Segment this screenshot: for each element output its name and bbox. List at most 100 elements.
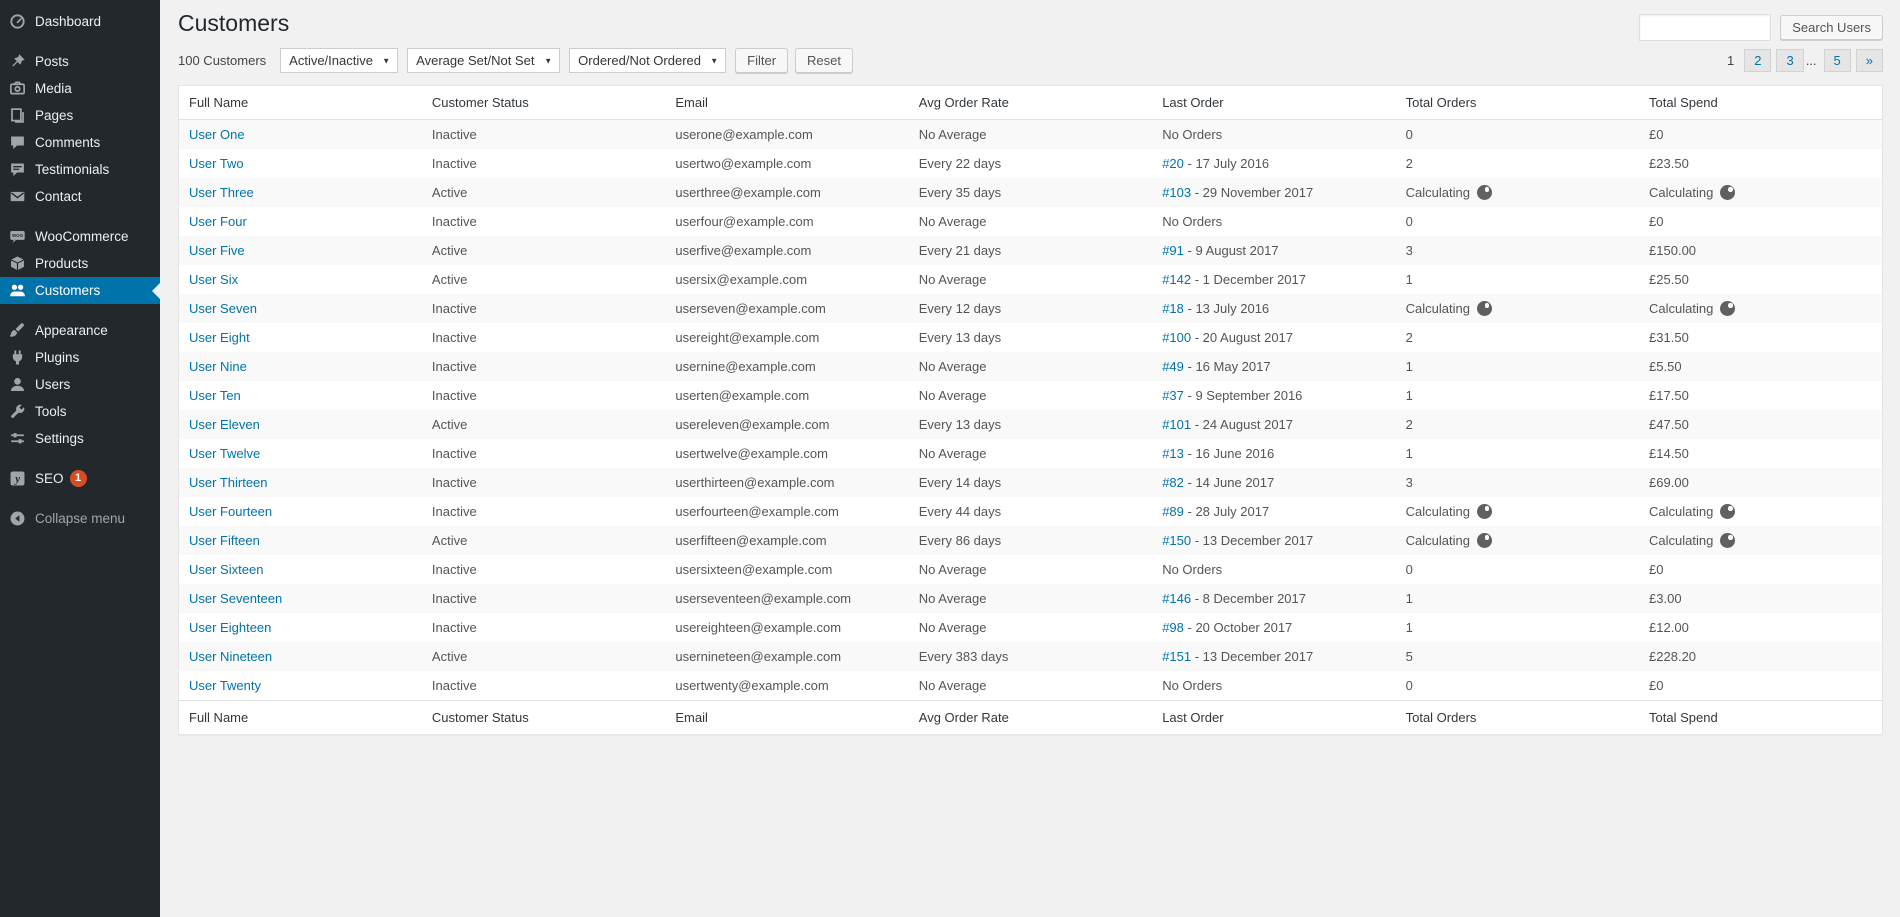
total-orders-value: Calculating — [1406, 301, 1470, 316]
customer-name-link[interactable]: User Eleven — [189, 417, 260, 432]
page-5[interactable]: 5 — [1824, 49, 1851, 72]
last-order-text: - 13 December 2017 — [1191, 649, 1313, 664]
column-header: Avg Order Rate — [909, 86, 1152, 120]
table-row-user-twelve: User Twelve Inactive usertwelve@example.… — [179, 439, 1883, 468]
customer-name-link[interactable]: User Sixteen — [189, 562, 263, 577]
sidebar-item-pages[interactable]: Pages — [0, 102, 160, 129]
customer-name-link[interactable]: User Three — [189, 185, 254, 200]
last-order-cell: #142 - 1 December 2017 — [1152, 265, 1395, 294]
customer-name-link[interactable]: User Two — [189, 156, 244, 171]
collapse-icon — [9, 510, 26, 527]
filter-button[interactable]: Filter — [735, 48, 788, 73]
search-users-button[interactable]: Search Users — [1780, 15, 1883, 40]
total-spend-cell: £3.00 — [1639, 584, 1882, 613]
status-filter-select[interactable]: Active/Inactive — [280, 48, 398, 73]
column-footer: Email — [665, 701, 908, 735]
sidebar-item-collapse-menu[interactable]: Collapse menu — [0, 505, 160, 532]
sidebar-item-users[interactable]: Users — [0, 371, 160, 398]
order-number-link[interactable]: #142 — [1162, 272, 1191, 287]
customer-name-link[interactable]: User Twenty — [189, 678, 261, 693]
sidebar-item-media[interactable]: Media — [0, 75, 160, 102]
order-number-link[interactable]: #20 — [1162, 156, 1184, 171]
total-orders-value: 0 — [1406, 562, 1413, 577]
avg-order-rate-cell: No Average — [909, 555, 1152, 584]
customer-name-link[interactable]: User Five — [189, 243, 245, 258]
order-number-link[interactable]: #103 — [1162, 185, 1191, 200]
email-cell: usertwelve@example.com — [665, 439, 908, 468]
sidebar-item-contact[interactable]: Contact — [0, 183, 160, 210]
sidebar-item-posts[interactable]: Posts — [0, 48, 160, 75]
order-number-link[interactable]: #98 — [1162, 620, 1184, 635]
sidebar-item-tools[interactable]: Tools — [0, 398, 160, 425]
order-number-link[interactable]: #49 — [1162, 359, 1184, 374]
total-spend-value: £0 — [1649, 562, 1663, 577]
order-number-link[interactable]: #101 — [1162, 417, 1191, 432]
customer-name-link[interactable]: User Eighteen — [189, 620, 271, 635]
email-cell: userthirteen@example.com — [665, 468, 908, 497]
customer-name-link[interactable]: User Seven — [189, 301, 257, 316]
total-orders-cell: 2 — [1396, 410, 1639, 439]
sidebar-item-dashboard[interactable]: Dashboard — [0, 8, 160, 35]
notification-badge: 1 — [70, 470, 87, 487]
sidebar-item-label: Users — [35, 377, 70, 392]
order-number-link[interactable]: #18 — [1162, 301, 1184, 316]
email-cell: userfive@example.com — [665, 236, 908, 265]
order-number-link[interactable]: #89 — [1162, 504, 1184, 519]
customer-name-link[interactable]: User Twelve — [189, 446, 260, 461]
order-number-link[interactable]: #37 — [1162, 388, 1184, 403]
avg-order-rate-cell: Every 35 days — [909, 178, 1152, 207]
sidebar-item-customers[interactable]: Customers — [0, 277, 160, 304]
sidebar-item-testimonials[interactable]: Testimonials — [0, 156, 160, 183]
total-spend-cell: £12.00 — [1639, 613, 1882, 642]
customer-name-link[interactable]: User Seventeen — [189, 591, 282, 606]
sidebar-item-label: Pages — [35, 108, 73, 123]
order-number-link[interactable]: #151 — [1162, 649, 1191, 664]
sidebar-item-plugins[interactable]: Plugins — [0, 344, 160, 371]
sidebar-item-woocommerce[interactable]: WOO WooCommerce — [0, 223, 160, 250]
sidebar-item-settings[interactable]: Settings — [0, 425, 160, 452]
page--[interactable]: » — [1856, 49, 1883, 72]
customer-name-link[interactable]: User Six — [189, 272, 238, 287]
table-row-user-fifteen: User Fifteen Active userfifteen@example.… — [179, 526, 1883, 555]
order-number-link[interactable]: #13 — [1162, 446, 1184, 461]
ordered-filter-select[interactable]: Ordered/Not Ordered — [569, 48, 726, 73]
table-row-user-six: User Six Active usersix@example.com No A… — [179, 265, 1883, 294]
sidebar-item-appearance[interactable]: Appearance — [0, 317, 160, 344]
customer-status-cell: Active — [422, 642, 665, 671]
customer-name-link[interactable]: User Eight — [189, 330, 250, 345]
full-name-cell: User Four — [179, 207, 422, 236]
total-spend-value: £25.50 — [1649, 272, 1689, 287]
last-order-cell: #20 - 17 July 2016 — [1152, 149, 1395, 178]
sidebar-item-products[interactable]: Products — [0, 250, 160, 277]
total-spend-value: £47.50 — [1649, 417, 1689, 432]
order-number-link[interactable]: #100 — [1162, 330, 1191, 345]
customer-name-link[interactable]: User Four — [189, 214, 247, 229]
full-name-cell: User Eleven — [179, 410, 422, 439]
customer-name-link[interactable]: User Nineteen — [189, 649, 272, 664]
sidebar-item-comments[interactable]: Comments — [0, 129, 160, 156]
order-number-link[interactable]: #150 — [1162, 533, 1191, 548]
total-spend-value: £14.50 — [1649, 446, 1689, 461]
page-2[interactable]: 2 — [1744, 49, 1771, 72]
total-orders-value: 5 — [1406, 649, 1413, 664]
customer-name-link[interactable]: User Nine — [189, 359, 247, 374]
average-filter-select[interactable]: Average Set/Not Set — [407, 48, 560, 73]
order-number-link[interactable]: #91 — [1162, 243, 1184, 258]
sidebar-item-seo[interactable]: y SEO 1 — [0, 465, 160, 492]
order-number-link[interactable]: #146 — [1162, 591, 1191, 606]
last-order-cell: #89 - 28 July 2017 — [1152, 497, 1395, 526]
customer-status-cell: Active — [422, 178, 665, 207]
reset-button[interactable]: Reset — [795, 48, 853, 73]
customer-name-link[interactable]: User Thirteen — [189, 475, 268, 490]
customer-name-link[interactable]: User Fourteen — [189, 504, 272, 519]
email-cell: userone@example.com — [665, 120, 908, 150]
column-footer: Total Spend — [1639, 701, 1882, 735]
search-input[interactable] — [1639, 14, 1771, 41]
sidebar-item-label: Settings — [35, 431, 84, 446]
customer-name-link[interactable]: User Ten — [189, 388, 241, 403]
customer-name-link[interactable]: User One — [189, 127, 245, 142]
page-3[interactable]: 3 — [1776, 49, 1803, 72]
avg-order-rate-cell: Every 44 days — [909, 497, 1152, 526]
customer-name-link[interactable]: User Fifteen — [189, 533, 260, 548]
order-number-link[interactable]: #82 — [1162, 475, 1184, 490]
